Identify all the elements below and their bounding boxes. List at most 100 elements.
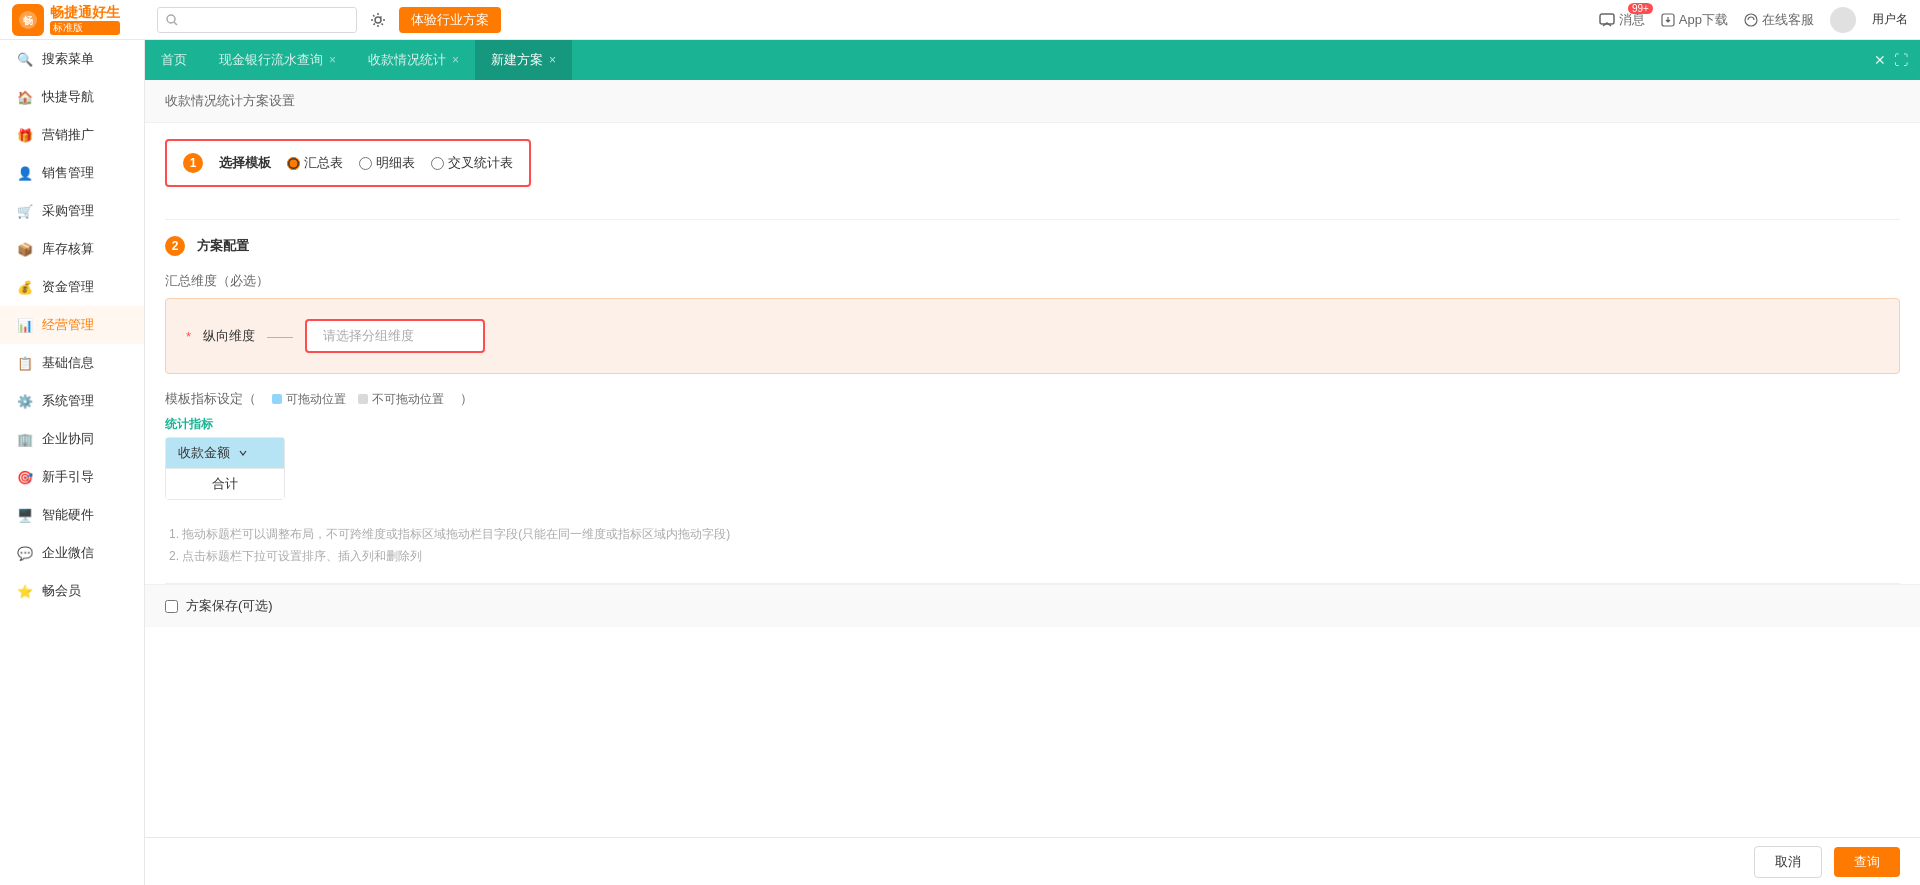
finance-icon: 💰 (16, 278, 34, 296)
radio-summary[interactable]: 汇总表 (287, 154, 343, 172)
radio-cross-input[interactable] (431, 157, 444, 170)
tab-bank-flow-close[interactable]: × (329, 53, 336, 67)
message-button[interactable]: 消息 99+ (1599, 11, 1645, 29)
draggable-indicator (272, 394, 282, 404)
stats-table-cell: 合计 (166, 469, 284, 499)
stats-table: 收款金额 合计 (165, 437, 285, 500)
dimension-select[interactable]: 请选择分组维度 (305, 319, 485, 353)
template-radio-group: 汇总表 明细表 交叉统计表 (287, 154, 513, 172)
fixed-label: 不可拖动位置 (372, 391, 444, 408)
trial-button[interactable]: 体验行业方案 (399, 7, 501, 33)
top-bar: 畅 畅捷通好生 标准版 体验行业方案 消息 99+ App下载 在线客服 (0, 0, 1920, 40)
radio-cross[interactable]: 交叉统计表 (431, 154, 513, 172)
radio-detail[interactable]: 明细表 (359, 154, 415, 172)
step1-num: 1 (183, 153, 203, 173)
tab-new-plan[interactable]: 新建方案 × (475, 40, 572, 80)
content-area: 首页 现金银行流水查询 × 收款情况统计 × 新建方案 × ✕ ⛶ (145, 40, 1920, 885)
sidebar-item-finance[interactable]: 💰 资金管理 (0, 268, 144, 306)
dimension-placeholder: 请选择分组维度 (323, 328, 414, 343)
sidebar-item-purchase[interactable]: 🛒 采购管理 (0, 192, 144, 230)
sales-icon: 👤 (16, 164, 34, 182)
system-icon: ⚙️ (16, 392, 34, 410)
cancel-button[interactable]: 取消 (1754, 846, 1822, 878)
sidebar: 🔍 搜索菜单 🏠 快捷导航 🎁 营销推广 👤 销售管理 🛒 采购管理 📦 库存核… (0, 40, 145, 885)
sidebar-label-purchase: 采购管理 (42, 202, 94, 220)
radio-summary-input[interactable] (287, 157, 300, 170)
username-display: 用户名 (1872, 11, 1908, 28)
tab-home-label: 首页 (161, 51, 187, 69)
user-avatar[interactable] (1830, 7, 1856, 33)
sidebar-label-search-menu: 搜索菜单 (42, 50, 94, 68)
draggable-legend: 可拖动位置 (272, 391, 346, 408)
tab-new-plan-close[interactable]: × (549, 53, 556, 67)
sidebar-item-collab[interactable]: 🏢 企业协同 (0, 420, 144, 458)
sidebar-label-hardware: 智能硬件 (42, 506, 94, 524)
metrics-legend: 可拖动位置 不可拖动位置 (272, 391, 444, 408)
page-content: 收款情况统计方案设置 1 选择模板 汇总表 (145, 80, 1920, 837)
top-search-area: 体验行业方案 (157, 7, 1599, 33)
tab-bar-actions: ✕ ⛶ (1874, 52, 1920, 68)
tab-bar: 首页 现金银行流水查询 × 收款情况统计 × 新建方案 × ✕ ⛶ (145, 40, 1920, 80)
save-row: 方案保存(可选) (145, 584, 1920, 627)
tab-close-btn[interactable]: ✕ (1874, 52, 1886, 68)
radio-cross-label: 交叉统计表 (448, 154, 513, 172)
fixed-legend: 不可拖动位置 (358, 391, 444, 408)
sidebar-item-system[interactable]: ⚙️ 系统管理 (0, 382, 144, 420)
bottom-bar: 取消 查询 (145, 837, 1920, 885)
sidebar-item-search-menu[interactable]: 🔍 搜索菜单 (0, 40, 144, 78)
logo-icon: 畅 (12, 4, 44, 36)
sidebar-item-sales[interactable]: 👤 销售管理 (0, 154, 144, 192)
logo-text: 畅捷通好生 (50, 4, 120, 21)
svg-point-2 (167, 15, 175, 23)
sidebar-item-marketing[interactable]: 🎁 营销推广 (0, 116, 144, 154)
member-icon: ⭐ (16, 582, 34, 600)
tab-maximize-btn[interactable]: ⛶ (1894, 52, 1908, 68)
stats-group-label: 统计指标 (165, 416, 1900, 433)
tab-home[interactable]: 首页 (145, 40, 203, 80)
search-box[interactable] (157, 7, 357, 33)
sidebar-item-basic-info[interactable]: 📋 基础信息 (0, 344, 144, 382)
logo-badge: 标准版 (50, 21, 120, 35)
template-selection-box: 1 选择模板 汇总表 明细表 (165, 139, 531, 187)
message-icon (1599, 12, 1615, 28)
tab-receipt-stats-close[interactable]: × (452, 53, 459, 67)
tab-new-plan-label: 新建方案 (491, 51, 543, 69)
sidebar-item-operations[interactable]: 📊 经营管理 (0, 306, 144, 344)
online-service-button[interactable]: 在线客服 (1744, 11, 1814, 29)
required-marker: * (186, 329, 191, 344)
message-badge: 99+ (1628, 3, 1653, 14)
draggable-label: 可拖动位置 (286, 391, 346, 408)
query-button[interactable]: 查询 (1834, 847, 1900, 877)
sidebar-item-wechat[interactable]: 💬 企业微信 (0, 534, 144, 572)
sidebar-item-member[interactable]: ⭐ 畅会员 (0, 572, 144, 610)
metrics-label: 模板指标设定（ 可拖动位置 不可拖动位置 (165, 390, 1900, 408)
hardware-icon: 🖥️ (16, 506, 34, 524)
search-input[interactable] (182, 13, 332, 27)
svg-text:畅: 畅 (23, 15, 33, 26)
radio-detail-label: 明细表 (376, 154, 415, 172)
sidebar-item-quick-nav[interactable]: 🏠 快捷导航 (0, 78, 144, 116)
summary-dim-title: 汇总维度（必选） (165, 272, 1900, 290)
sidebar-item-hardware[interactable]: 🖥️ 智能硬件 (0, 496, 144, 534)
step1-label: 选择模板 (219, 154, 271, 172)
svg-line-3 (174, 22, 177, 25)
save-checkbox[interactable] (165, 600, 178, 613)
stats-table-header[interactable]: 收款金额 (166, 438, 284, 469)
sidebar-item-guide[interactable]: 🎯 新手引导 (0, 458, 144, 496)
radio-detail-input[interactable] (359, 157, 372, 170)
sidebar-label-finance: 资金管理 (42, 278, 94, 296)
settings-icon[interactable] (365, 7, 391, 33)
metrics-close-paren: ） (460, 390, 473, 408)
sidebar-item-inventory[interactable]: 📦 库存核算 (0, 230, 144, 268)
app-download-icon (1661, 13, 1675, 27)
tab-receipt-stats[interactable]: 收款情况统计 × (352, 40, 475, 80)
tab-bank-flow[interactable]: 现金银行流水查询 × (203, 40, 352, 80)
app-download-button[interactable]: App下载 (1661, 11, 1728, 29)
step2-section: 2 方案配置 汇总维度（必选） * 纵向维度 —— 请选择分组维度 (145, 220, 1920, 583)
guide-icon: 🎯 (16, 468, 34, 486)
tab-bank-flow-label: 现金银行流水查询 (219, 51, 323, 69)
step2-row: 2 方案配置 (165, 236, 1900, 256)
sidebar-label-wechat: 企业微信 (42, 544, 94, 562)
tip-1: 1. 拖动标题栏可以调整布局，不可跨维度或指标区域拖动栏目字段(只能在同一维度或… (165, 524, 1900, 546)
marketing-icon: 🎁 (16, 126, 34, 144)
